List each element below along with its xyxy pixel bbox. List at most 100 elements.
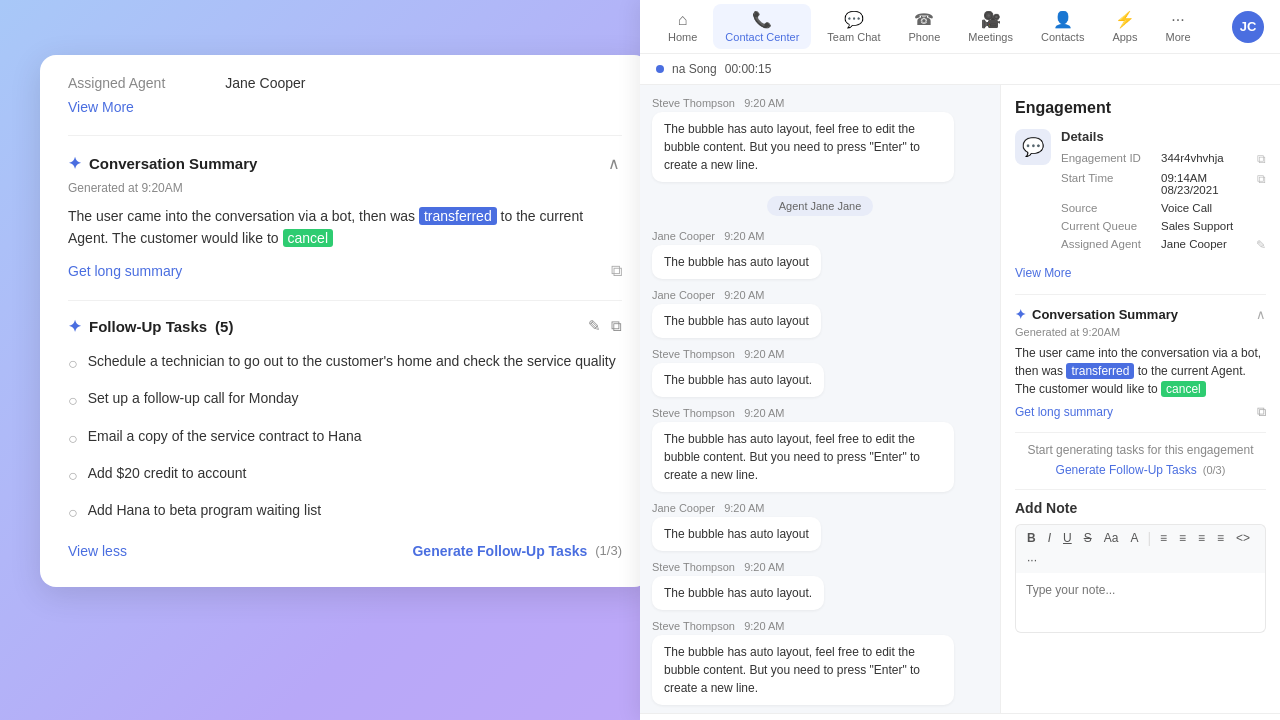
task-check-4: ○ — [68, 465, 78, 487]
summary-title: ✦ Conversation Summary — [68, 154, 257, 173]
detail-key: Start Time — [1061, 172, 1161, 184]
followup-title-text: Follow-Up Tasks — [89, 318, 207, 335]
task-item: ○ Add Hana to beta program waiting list — [68, 501, 622, 524]
generate-tasks-section: Start generating tasks for this engageme… — [1015, 432, 1266, 477]
msg-meta: Steve Thompson 9:20 AM — [652, 561, 824, 573]
indent-button[interactable]: ≡ — [1195, 530, 1208, 546]
generate-btn-area: Generate Follow-Up Tasks (1/3) — [412, 543, 622, 559]
view-more-link[interactable]: View More — [68, 99, 622, 115]
outdent-button[interactable]: ≡ — [1214, 530, 1227, 546]
phone-icon: ☎ — [914, 10, 934, 29]
nav-contacts-label: Contacts — [1041, 31, 1084, 43]
detail-row-start: Start Time 09:14AM 08/23/2021 ⧉ — [1061, 172, 1266, 196]
sidebar-sparkle-icon: ✦ — [1015, 307, 1026, 322]
msg-meta: Jane Cooper 9:20 AM — [652, 289, 821, 301]
task-item: ○ Schedule a technician to go out to the… — [68, 352, 622, 375]
detail-row-source: Source Voice Call — [1061, 202, 1266, 214]
code-button[interactable]: <> — [1233, 530, 1253, 546]
msg-meta: Steve Thompson 9:20 AM — [652, 620, 954, 632]
call-action-bar: ⇄ Transfer ↩ Release ☎ Voice Call 🎥 Vide… — [640, 713, 1280, 720]
nav-contact-center[interactable]: 📞 Contact Center — [713, 4, 811, 49]
nav-contacts[interactable]: 👤 Contacts — [1029, 4, 1096, 49]
assigned-agent-value: Jane Cooper — [225, 75, 305, 91]
toolbar-divider: | — [1147, 530, 1151, 546]
task-item: ○ Add $20 credit to account — [68, 464, 622, 487]
nav-apps[interactable]: ⚡ Apps — [1100, 4, 1149, 49]
ordered-list-button[interactable]: ≡ — [1176, 530, 1189, 546]
msg-meta: Jane Cooper 9:20 AM — [652, 502, 821, 514]
sidebar-get-long-summary[interactable]: Get long summary — [1015, 405, 1113, 419]
detail-key: Source — [1061, 202, 1161, 214]
strikethrough-button[interactable]: S — [1081, 530, 1095, 546]
sidebar-copy-button[interactable]: ⧉ — [1257, 404, 1266, 420]
italic-button[interactable]: I — [1045, 530, 1054, 546]
followup-title: ✦ Follow-Up Tasks (5) — [68, 317, 233, 336]
font-color-button[interactable]: A — [1127, 530, 1141, 546]
note-input[interactable] — [1015, 573, 1266, 633]
copy-icon[interactable]: ⧉ — [1257, 152, 1266, 166]
sidebar-transferred: transferred — [1066, 363, 1134, 379]
top-nav: ⌂ Home 📞 Contact Center 💬 Team Chat ☎ Ph… — [640, 0, 1280, 54]
task-check-5: ○ — [68, 502, 78, 524]
nav-phone-label: Phone — [909, 31, 941, 43]
copy-tasks-button[interactable]: ⧉ — [611, 317, 622, 335]
underline-button[interactable]: U — [1060, 530, 1075, 546]
edit-icon[interactable]: ✎ — [1256, 238, 1266, 252]
chat-bubble: The bubble has auto layout — [652, 304, 821, 338]
font-size-button[interactable]: Aa — [1101, 530, 1122, 546]
transferred-highlight: transferred — [419, 207, 497, 225]
nav-contact-center-label: Contact Center — [725, 31, 799, 43]
nav-phone[interactable]: ☎ Phone — [897, 4, 953, 49]
chat-bubble: The bubble has auto layout. — [652, 363, 824, 397]
get-long-summary-link[interactable]: Get long summary — [68, 263, 182, 279]
view-less-link[interactable]: View less — [68, 543, 127, 559]
team-chat-icon: 💬 — [844, 10, 864, 29]
more-options-button[interactable]: ··· — [1024, 552, 1040, 568]
nav-team-chat[interactable]: 💬 Team Chat — [815, 4, 892, 49]
collapse-button[interactable]: ∧ — [606, 152, 622, 175]
summary-text-1: The user came into the conversation via … — [68, 208, 419, 224]
details-content: Details Engagement ID 344r4vhvhja ⧉ Star… — [1061, 129, 1266, 258]
list-button[interactable]: ≡ — [1157, 530, 1170, 546]
nav-meetings[interactable]: 🎥 Meetings — [956, 4, 1025, 49]
chat-bubble: The bubble has auto layout, feel free to… — [652, 635, 954, 705]
followup-header: ✦ Follow-Up Tasks (5) ✎ ⧉ — [68, 317, 622, 336]
sidebar-view-more-link[interactable]: View More — [1015, 266, 1266, 280]
sidebar-cancel: cancel — [1161, 381, 1206, 397]
detail-row-queue: Current Queue Sales Support — [1061, 220, 1266, 232]
chat-message: Steve Thompson 9:20 AM The bubble has au… — [652, 561, 824, 610]
copy-button[interactable]: ⧉ — [611, 262, 622, 280]
sidebar-collapse-button[interactable]: ∧ — [1256, 307, 1266, 322]
right-panel: ⌂ Home 📞 Contact Center 💬 Team Chat ☎ Ph… — [640, 0, 1280, 720]
detail-key: Engagement ID — [1061, 152, 1161, 164]
task-text-4: Add $20 credit to account — [88, 464, 247, 484]
engagement-avatar: 💬 — [1015, 129, 1051, 165]
nav-more-label: More — [1165, 31, 1190, 43]
nav-home[interactable]: ⌂ Home — [656, 5, 709, 49]
copy-icon[interactable]: ⧉ — [1257, 172, 1266, 186]
task-check-2: ○ — [68, 390, 78, 412]
nav-more[interactable]: ··· More — [1153, 5, 1202, 49]
apps-icon: ⚡ — [1115, 10, 1135, 29]
nav-team-chat-label: Team Chat — [827, 31, 880, 43]
chat-message: Steve Thompson 9:20 AM The bubble has au… — [652, 407, 954, 492]
left-panel: Assigned Agent Jane Cooper View More ✦ C… — [40, 55, 650, 587]
generate-followup-button[interactable]: Generate Follow-Up Tasks — [412, 543, 587, 559]
task-check-1: ○ — [68, 353, 78, 375]
summary-text: The user came into the conversation via … — [68, 205, 622, 250]
sidebar-summary-title-text: Conversation Summary — [1032, 307, 1178, 322]
more-icon: ··· — [1171, 11, 1184, 29]
detail-key: Current Queue — [1061, 220, 1161, 232]
start-time-value: 09:14AM 08/23/2021 — [1161, 172, 1257, 196]
edit-button[interactable]: ✎ — [588, 317, 601, 335]
task-text-1: Schedule a technician to go out to the c… — [88, 352, 616, 372]
generate-tasks-link[interactable]: Generate Follow-Up Tasks — [1056, 463, 1197, 477]
source-value: Voice Call — [1161, 202, 1212, 214]
msg-meta: Jane Cooper 9:20 AM — [652, 230, 821, 242]
call-duration: 00:00:15 — [725, 62, 772, 76]
bold-button[interactable]: B — [1024, 530, 1039, 546]
chat-bubble: The bubble has auto layout. — [652, 576, 824, 610]
task-item: ○ Email a copy of the service contract t… — [68, 427, 622, 450]
detail-row-id: Engagement ID 344r4vhvhja ⧉ — [1061, 152, 1266, 166]
agent-value: Jane Cooper — [1161, 238, 1227, 250]
